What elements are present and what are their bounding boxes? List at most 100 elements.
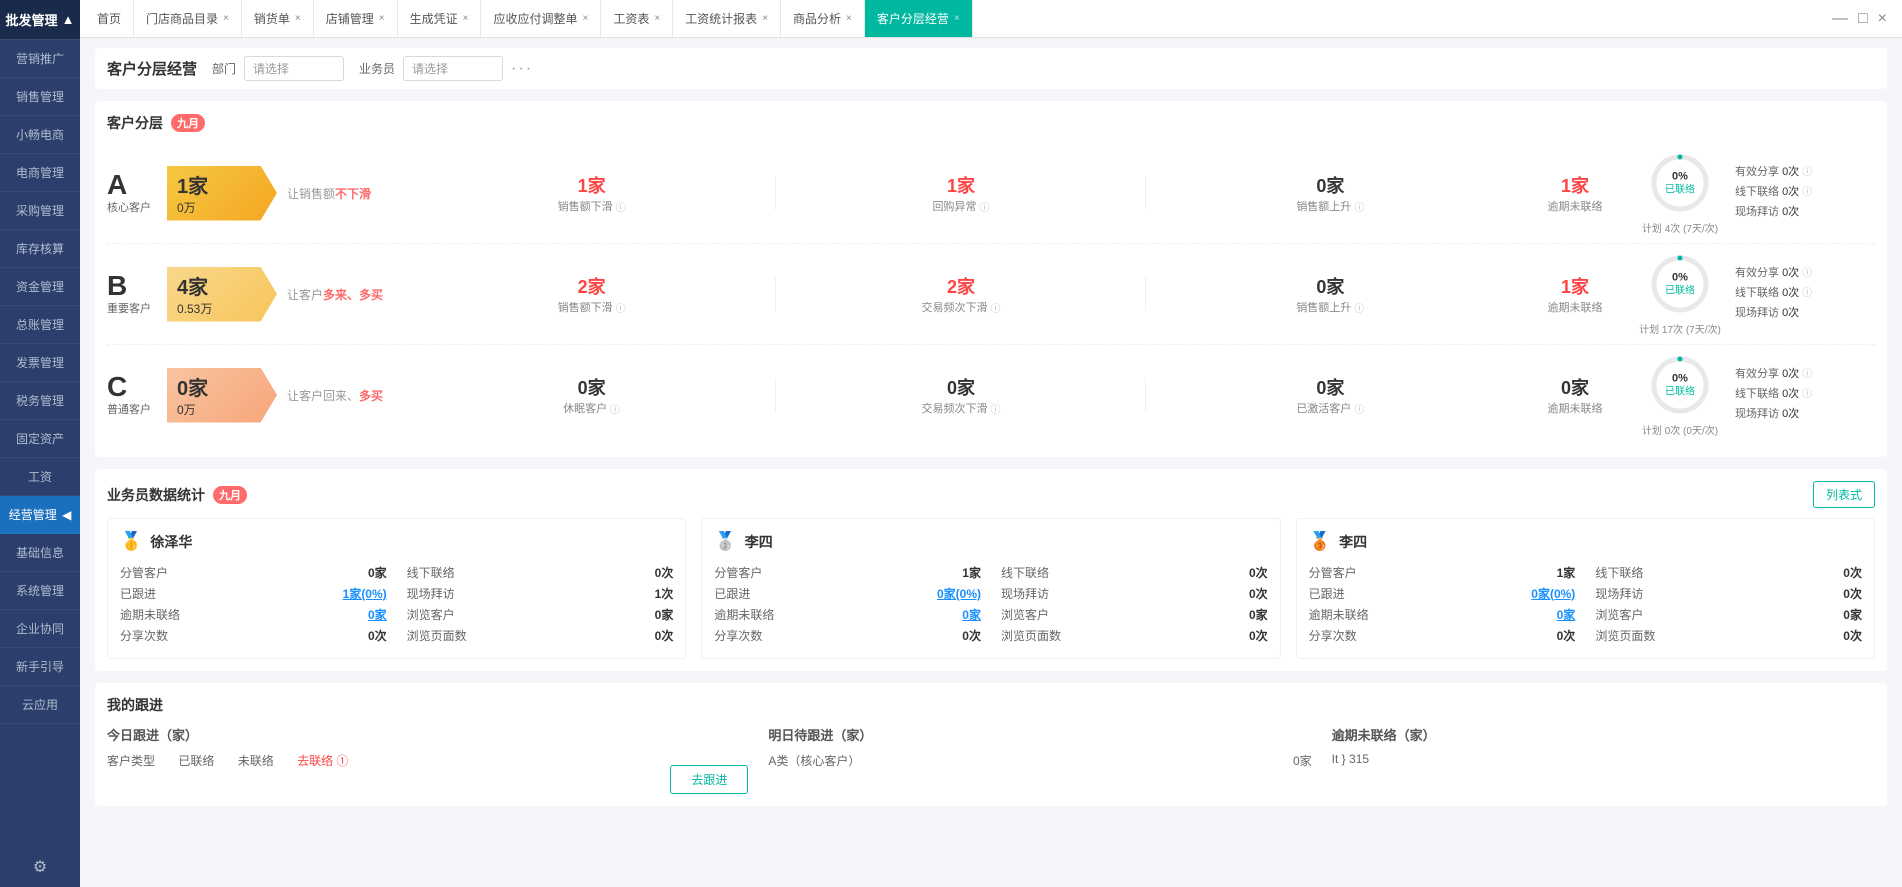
dept-label: 部门 xyxy=(212,60,236,77)
sidebar-item-sales[interactable]: 销售管理 xyxy=(0,78,80,116)
more-options-icon[interactable]: ··· xyxy=(511,60,533,78)
tab-home[interactable]: 首页 xyxy=(85,0,134,38)
close-icon[interactable]: × xyxy=(762,13,768,24)
sidebar-item-collab[interactable]: 企业协同 xyxy=(0,610,80,648)
plan-c: 计划 0次 (0天/次) xyxy=(1635,422,1725,437)
close-icon[interactable]: × xyxy=(654,13,660,24)
section-month: 九月 xyxy=(171,114,205,132)
close-icon[interactable]: × xyxy=(223,13,229,24)
staff-select[interactable]: 请选择 xyxy=(403,56,503,81)
staff-offline-3: 线下联络 0次 xyxy=(1595,562,1862,583)
staff-stat-col-left-3: 分管客户 1家 已跟进 0家(0%) 逾期未联络 0家 xyxy=(1309,562,1576,646)
staff-browse-1: 浏览客户 0家 xyxy=(407,604,674,625)
tier-circle-b: 0% 已联络 计划 17次 (7天/次) xyxy=(1635,252,1725,336)
staff-overdue-1: 逾期未联络 0家 xyxy=(120,604,387,625)
dept-select[interactable]: 请选择 xyxy=(244,56,344,81)
stat-sales-up-b[interactable]: 0家 销售额上升 ⓘ xyxy=(1146,273,1515,315)
tab-ar-ap[interactable]: 应收应付调整单 × xyxy=(481,0,601,38)
sidebar-item-purchase[interactable]: 采购管理 xyxy=(0,192,80,230)
sidebar-item-management[interactable]: 经营管理 ◀ xyxy=(0,496,80,534)
tab-bar: 首页 门店商品目录 × 销货单 × 店铺管理 × 生成凭证 × 应收应付调整单 … xyxy=(80,0,1902,38)
tab-product-analysis[interactable]: 商品分析 × xyxy=(781,0,865,38)
stat-sales-up-a[interactable]: 0家 销售额上升 ⓘ xyxy=(1146,172,1515,214)
tab-store-products[interactable]: 门店商品目录 × xyxy=(134,0,242,38)
stat-activated-c[interactable]: 0家 已激活客户 ⓘ xyxy=(1146,374,1515,416)
staff-followed-3: 已跟进 0家(0%) xyxy=(1309,583,1576,604)
sidebar-item-finance[interactable]: 资金管理 xyxy=(0,268,80,306)
sidebar-item-inventory[interactable]: 库存核算 xyxy=(0,230,80,268)
sidebar-item-payroll[interactable]: 工资 xyxy=(0,458,80,496)
tab-voucher[interactable]: 生成凭证 × xyxy=(398,0,482,38)
sidebar-chevron-icon: ▲ xyxy=(62,12,75,27)
staff-visit-1: 现场拜访 1次 xyxy=(407,583,674,604)
sidebar-item-label: 云应用 xyxy=(22,698,58,712)
stat-freq-down-b[interactable]: 2家 交易频次下滑 ⓘ xyxy=(776,273,1145,315)
tier-slogan-a: 让销售额不下滑 xyxy=(277,185,407,202)
sidebar-title: 批发管理 xyxy=(6,10,58,29)
close-icon[interactable]: × xyxy=(463,13,469,24)
staff-card-3: 🥉 李四 分管客户 1家 已跟进 0家(0%) xyxy=(1296,518,1875,659)
close-icon[interactable]: × xyxy=(295,13,301,24)
tab-sales-order[interactable]: 销货单 × xyxy=(242,0,314,38)
sidebar-item-marketing[interactable]: 营销推广 xyxy=(0,40,80,78)
medal-icon-1: 🥇 xyxy=(120,531,142,552)
stat-sales-down-a[interactable]: 1家 销售额下滑 ⓘ xyxy=(407,172,776,214)
tab-payroll[interactable]: 工资表 × xyxy=(601,0,673,38)
sidebar-item-label: 系统管理 xyxy=(16,584,64,598)
tier-row-a: A 核心客户 1家 0万 让销售额不下滑 1家 销售额下滑 ⓘ 1家 xyxy=(107,143,1875,244)
sidebar-item-ecommerce-small[interactable]: 小畅电商 xyxy=(0,116,80,154)
tier-count-a[interactable]: 1家 0万 xyxy=(167,166,277,221)
stat-sales-down-b[interactable]: 2家 销售额下滑 ⓘ xyxy=(407,273,776,315)
window-maximize-icon[interactable]: □ xyxy=(1858,10,1868,28)
list-view-button[interactable]: 列表式 xyxy=(1813,481,1875,508)
today-followup: 今日跟进（家） 客户类型 已联络 未联络 去联络 ① xyxy=(107,725,650,769)
tab-customer-tier[interactable]: 客户分层经营 × xyxy=(865,0,973,38)
goto-followup-button[interactable]: 去跟进 xyxy=(670,765,748,794)
tier-contact-a[interactable]: 1家 逾期未联络 xyxy=(1515,172,1635,214)
sidebar-item-assets[interactable]: 固定资产 xyxy=(0,420,80,458)
tier-stats-b: 2家 销售额下滑 ⓘ 2家 交易频次下滑 ⓘ 0家 销售额上升 ⓘ xyxy=(407,273,1515,315)
tier-right-stats-c: 有效分享 0次 ⓘ 线下联络 0次 ⓘ 现场拜访 0次 xyxy=(1725,365,1875,424)
close-icon[interactable]: × xyxy=(379,13,385,24)
close-icon[interactable]: × xyxy=(846,13,852,24)
tier-circle-c: 0% 已联络 计划 0次 (0天/次) xyxy=(1635,353,1725,437)
sidebar-header[interactable]: 批发管理 ▲ xyxy=(0,0,80,40)
window-minimize-icon[interactable]: — xyxy=(1832,10,1848,28)
staff-name-2: 李四 xyxy=(745,532,773,552)
tier-slogan-c: 让客户回来、多买 xyxy=(277,387,407,404)
tab-store-mgmt[interactable]: 店铺管理 × xyxy=(314,0,398,38)
staff-share-3: 分享次数 0次 xyxy=(1309,625,1576,646)
staff-filter: 业务员 请选择 ··· xyxy=(359,56,533,81)
stat-dormant-c[interactable]: 0家 休眠客户 ⓘ xyxy=(407,374,776,416)
sidebar-item-basic[interactable]: 基础信息 xyxy=(0,534,80,572)
overdue-contact: 逾期未联络（家） It } 315 xyxy=(1332,725,1875,766)
sidebar-item-label: 基础信息 xyxy=(16,546,64,560)
gear-icon[interactable]: ⚙ xyxy=(0,847,80,887)
close-icon[interactable]: × xyxy=(582,13,588,24)
sidebar-item-invoice[interactable]: 发票管理 xyxy=(0,344,80,382)
stat-repurchase-a[interactable]: 1家 回购异常 ⓘ xyxy=(776,172,1145,214)
sidebar-item-cloud[interactable]: 云应用 xyxy=(0,686,80,724)
staff-header-2: 🥈 李四 xyxy=(714,531,1267,552)
close-icon[interactable]: × xyxy=(954,13,960,24)
staff-stat-col-left-1: 分管客户 0家 已跟进 1家(0%) 逾期未联络 0家 xyxy=(120,562,387,646)
tier-contact-b[interactable]: 1家 逾期未联络 xyxy=(1515,273,1635,315)
sidebar-item-system[interactable]: 系统管理 xyxy=(0,572,80,610)
tier-row-b: B 重要客户 4家 0.53万 让客户多来、多买 2家 销售额下滑 ⓘ 2 xyxy=(107,244,1875,345)
sidebar-item-label: 经营管理 xyxy=(9,508,57,522)
sidebar-item-label: 企业协同 xyxy=(16,622,64,636)
tomorrow-followup-row: A类（核心客户） 0家 xyxy=(768,752,1311,769)
overdue-contact-title: 逾期未联络（家） xyxy=(1332,725,1875,744)
sidebar-item-tax[interactable]: 税务管理 xyxy=(0,382,80,420)
followup-grid: 今日跟进（家） 客户类型 已联络 未联络 去联络 ① 去跟进 明日待跟进（家） … xyxy=(107,725,1875,794)
tab-payroll-report[interactable]: 工资统计报表 × xyxy=(673,0,781,38)
staff-managed-1: 分管客户 0家 xyxy=(120,562,387,583)
tier-contact-c[interactable]: 0家 逾期未联络 xyxy=(1515,374,1635,416)
stat-freq-down-c[interactable]: 0家 交易频次下滑 ⓘ xyxy=(776,374,1145,416)
sidebar-item-guide[interactable]: 新手引导 xyxy=(0,648,80,686)
tier-count-c[interactable]: 0家 0万 xyxy=(167,368,277,423)
sidebar-item-ecommerce[interactable]: 电商管理 xyxy=(0,154,80,192)
tier-count-b[interactable]: 4家 0.53万 xyxy=(167,267,277,322)
window-close-icon[interactable]: × xyxy=(1878,10,1887,28)
sidebar-item-ledger[interactable]: 总账管理 xyxy=(0,306,80,344)
